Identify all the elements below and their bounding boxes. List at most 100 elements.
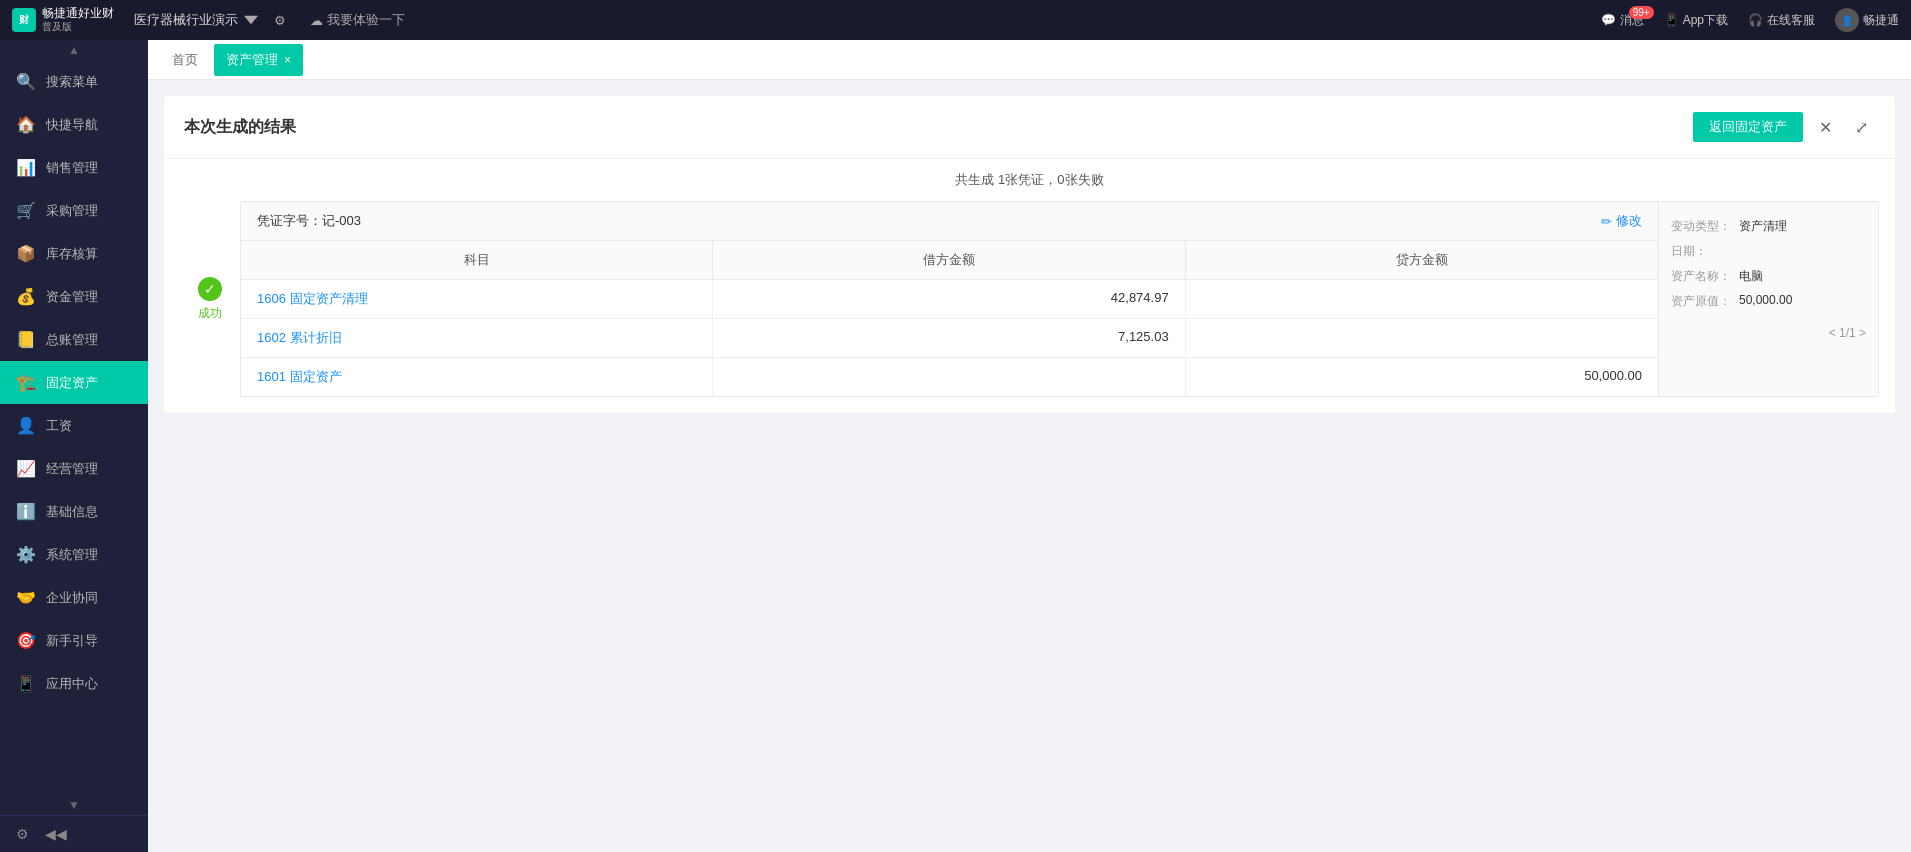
result-panel: 本次生成的结果 返回固定资产 ✕ ⤢ 共生成 1张凭证，0张失败 ✓	[164, 96, 1895, 413]
chevron-down-icon	[244, 13, 258, 27]
change-type-value: 资产清理	[1739, 218, 1787, 235]
base-info-icon: ℹ️	[16, 502, 36, 521]
table-header: 科目 借方金额 贷方金额	[241, 241, 1658, 280]
summary-text: 共生成 1张凭证，0张失败	[955, 172, 1103, 187]
experience-button[interactable]: ☁ 我要体验一下	[310, 11, 405, 29]
content-area: 首页 资产管理 × 本次生成的结果 返回固定资产 ✕ ⤢	[148, 40, 1911, 852]
credit-cell-3: 50,000.00	[1186, 358, 1658, 396]
sidebar-item-operations[interactable]: 📈 经营管理	[0, 447, 148, 490]
table-row: 1606 固定资产清理 42,874.97	[241, 280, 1658, 319]
sidebar-item-payroll[interactable]: 👤 工资	[0, 404, 148, 447]
success-icon: ✓	[198, 277, 222, 301]
tab-home[interactable]: 首页	[164, 51, 206, 69]
logo-icon: 财	[12, 8, 36, 32]
sidebar-item-app-center[interactable]: 📱 应用中心	[0, 662, 148, 705]
col-debit: 借方金额	[713, 241, 1185, 279]
logo-title: 畅捷通好业财	[42, 6, 114, 20]
fixed-assets-icon: 🏗️	[16, 373, 36, 392]
finance-icon: 💰	[16, 287, 36, 306]
scroll-up-button[interactable]: ▲	[0, 40, 148, 60]
status-text: 成功	[198, 305, 222, 322]
date-label: 日期：	[1671, 243, 1707, 260]
sidebar-item-search[interactable]: 🔍 搜索菜单	[0, 60, 148, 103]
asset-name-value: 电脑	[1739, 268, 1763, 285]
pagination[interactable]: < 1/1 >	[1671, 326, 1866, 340]
col-subject: 科目	[241, 241, 713, 279]
sidebar-item-enterprise[interactable]: 🤝 企业协同	[0, 576, 148, 619]
avatar: 👤	[1835, 8, 1859, 32]
ledger-icon: 📒	[16, 330, 36, 349]
sidebar-settings-icon[interactable]: ⚙	[16, 826, 29, 842]
company-name: 医疗器械行业演示	[134, 11, 238, 29]
asset-name-row: 资产名称： 电脑	[1671, 264, 1866, 289]
sidebar-item-ledger[interactable]: 📒 总账管理	[0, 318, 148, 361]
debit-cell-3	[713, 358, 1185, 396]
sales-icon: 📊	[16, 158, 36, 177]
settings-icon[interactable]: ⚙	[266, 6, 294, 34]
sidebar-item-quick-nav[interactable]: 🏠 快捷导航	[0, 103, 148, 146]
enterprise-icon: 🤝	[16, 588, 36, 607]
sidebar-scroll: 🔍 搜索菜单 🏠 快捷导航 📊 销售管理 🛒 采购管理 📦 库存核算 💰	[0, 60, 148, 795]
notifications-badge: 99+	[1629, 6, 1654, 19]
sidebar-item-system[interactable]: ⚙️ 系统管理	[0, 533, 148, 576]
tab-close-button[interactable]: ×	[284, 54, 291, 66]
top-bar-right: 💬 消息 99+ 📱 App下载 🎧 在线客服 👤 畅捷通	[1601, 8, 1899, 32]
asset-value-label: 资产原值：	[1671, 293, 1731, 310]
sidebar-collapse-icon[interactable]: ◀◀	[45, 826, 67, 842]
top-bar: 财 畅捷通好业财 普及版 医疗器械行业演示 ⚙ ☁ 我要体验一下 💬 消息 99…	[0, 0, 1911, 40]
asset-value-value: 50,000.00	[1739, 293, 1792, 310]
edit-button[interactable]: ✏ 修改	[1601, 212, 1642, 230]
sidebar-item-purchase[interactable]: 🛒 采购管理	[0, 189, 148, 232]
change-type-row: 变动类型： 资产清理	[1671, 214, 1866, 239]
subject-cell-2[interactable]: 1602 累计折旧	[241, 319, 713, 357]
detail-panel: 变动类型： 资产清理 日期： 资产名称： 电脑 资产原值：	[1659, 201, 1879, 397]
payroll-icon: 👤	[16, 416, 36, 435]
close-icon[interactable]: ✕	[1811, 113, 1839, 141]
expand-icon[interactable]: ⤢	[1847, 113, 1875, 141]
app-logo: 财 畅捷通好业财 普及版	[12, 6, 114, 34]
page-title: 本次生成的结果	[184, 117, 296, 138]
app-download-button[interactable]: 📱 App下载	[1664, 12, 1728, 29]
edit-icon: ✏	[1601, 214, 1612, 229]
operations-icon: 📈	[16, 459, 36, 478]
sidebar-item-base-info[interactable]: ℹ️ 基础信息	[0, 490, 148, 533]
subject-cell-1[interactable]: 1606 固定资产清理	[241, 280, 713, 318]
app-center-icon: 📱	[16, 674, 36, 693]
purchase-icon: 🛒	[16, 201, 36, 220]
sidebar-item-sales[interactable]: 📊 销售管理	[0, 146, 148, 189]
online-service-button[interactable]: 🎧 在线客服	[1748, 12, 1815, 29]
sidebar-item-finance[interactable]: 💰 资金管理	[0, 275, 148, 318]
voucher-container: ✓ 成功 凭证字号：记-003 ✏ 修改	[164, 201, 1895, 413]
result-header: 本次生成的结果 返回固定资产 ✕ ⤢	[164, 96, 1895, 159]
search-icon: 🔍	[16, 72, 36, 91]
summary-bar: 共生成 1张凭证，0张失败	[164, 159, 1895, 201]
tab-bar: 首页 资产管理 ×	[148, 40, 1911, 80]
company-selector[interactable]: 医疗器械行业演示	[134, 11, 258, 29]
col-credit: 贷方金额	[1186, 241, 1658, 279]
asset-value-row: 资产原值： 50,000.00	[1671, 289, 1866, 314]
sidebar-footer: ⚙ ◀◀	[0, 815, 148, 852]
date-row: 日期：	[1671, 239, 1866, 264]
status-column: ✓ 成功	[180, 201, 240, 397]
guide-icon: 🎯	[16, 631, 36, 650]
system-icon: ⚙️	[16, 545, 36, 564]
table-row: 1601 固定资产 50,000.00	[241, 358, 1658, 396]
credit-cell-1	[1186, 280, 1658, 318]
table-row: 1602 累计折旧 7,125.03	[241, 319, 1658, 358]
sidebar-item-inventory[interactable]: 📦 库存核算	[0, 232, 148, 275]
debit-cell-2: 7,125.03	[713, 319, 1185, 357]
sidebar-item-guide[interactable]: 🎯 新手引导	[0, 619, 148, 662]
notifications-button[interactable]: 💬 消息 99+	[1601, 12, 1644, 29]
home-icon: 🏠	[16, 115, 36, 134]
user-profile[interactable]: 👤 畅捷通	[1835, 8, 1899, 32]
scroll-down-button[interactable]: ▼	[0, 795, 148, 815]
inventory-icon: 📦	[16, 244, 36, 263]
sidebar-item-fixed-assets[interactable]: 🏗️ 固定资产	[0, 361, 148, 404]
sidebar: ▲ 🔍 搜索菜单 🏠 快捷导航 📊 销售管理 🛒 采购管理 📦 库存核算	[0, 40, 148, 852]
subject-cell-3[interactable]: 1601 固定资产	[241, 358, 713, 396]
debit-cell-1: 42,874.97	[713, 280, 1185, 318]
voucher-table: 凭证字号：记-003 ✏ 修改 科目 借方金额 贷方金额	[240, 201, 1659, 397]
credit-cell-2	[1186, 319, 1658, 357]
return-button[interactable]: 返回固定资产	[1693, 112, 1803, 142]
tab-asset-management[interactable]: 资产管理 ×	[214, 44, 303, 76]
